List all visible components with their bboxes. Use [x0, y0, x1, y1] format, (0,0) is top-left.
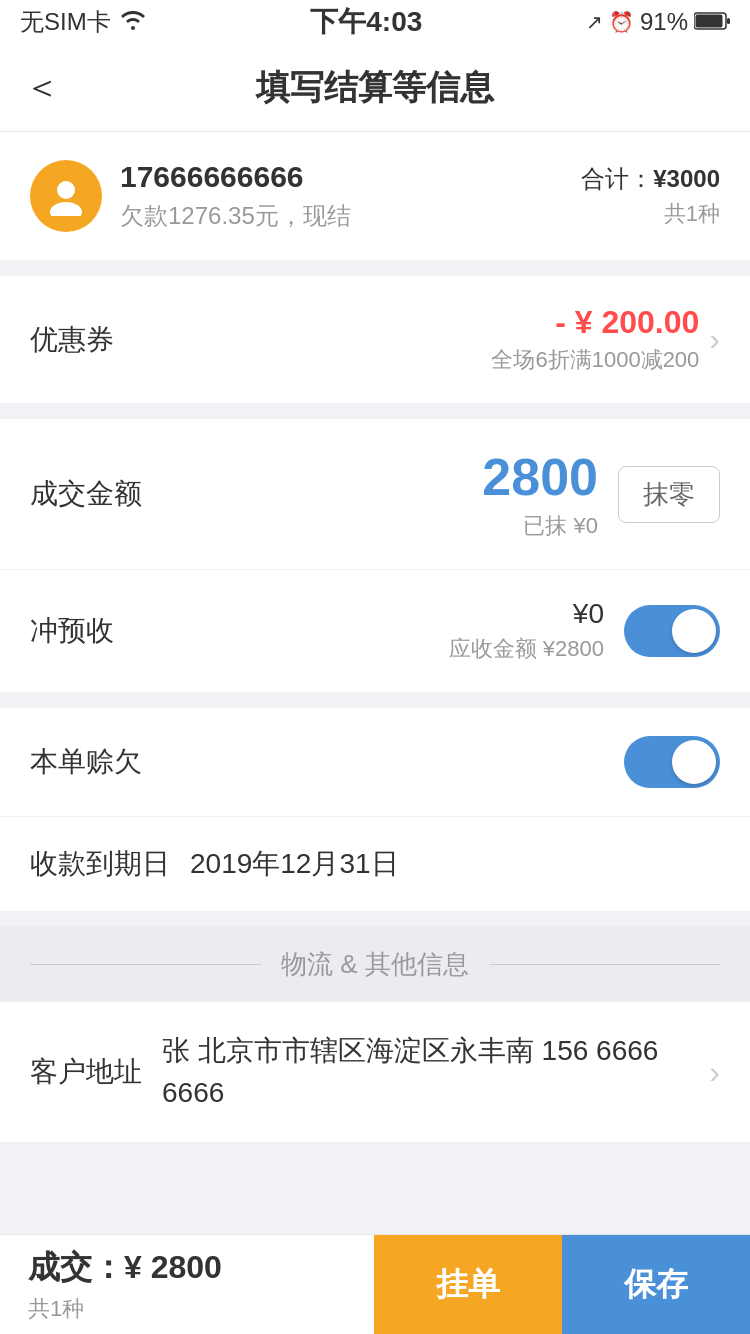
debit-row: 本单赊欠: [0, 708, 750, 816]
debit-label: 本单赊欠: [30, 743, 142, 781]
save-label: 保存: [624, 1263, 688, 1307]
footer: 成交：¥ 2800 共1种 挂单 保存: [0, 1234, 750, 1334]
address-arrow: ›: [709, 1054, 720, 1091]
svg-rect-1: [727, 18, 730, 24]
customer-phone: 17666666666: [120, 160, 351, 194]
status-left: 无SIM卡: [20, 6, 147, 38]
location-icon: ↗: [586, 10, 603, 34]
address-label: 客户地址: [30, 1053, 142, 1091]
status-bar: 无SIM卡 下午4:03 ↗ ⏰ 91%: [0, 0, 750, 44]
sim-label: 无SIM卡: [20, 6, 111, 38]
footer-info: 成交：¥ 2800 共1种: [0, 1235, 374, 1334]
customer-debt: 欠款1276.35元，现结: [120, 200, 351, 232]
prepay-amount: ¥0: [449, 598, 604, 630]
alarm-icon: ⏰: [609, 10, 634, 34]
save-button[interactable]: 保存: [562, 1235, 750, 1334]
coupon-arrow: ›: [709, 321, 720, 358]
prepay-row: 冲预收 ¥0 应收金额 ¥2800: [0, 569, 750, 692]
coupon-row[interactable]: 优惠券 - ¥ 200.00 全场6折满1000减200 ›: [0, 276, 750, 403]
address-row[interactable]: 客户地址 张 北京市市辖区海淀区永丰南 156 6666 6666 ›: [0, 1002, 750, 1142]
debit-toggle[interactable]: [624, 736, 720, 788]
status-right: ↗ ⏰ 91%: [586, 8, 730, 36]
coupon-desc: 全场6折满1000减200: [491, 345, 699, 375]
customer-left: 17666666666 欠款1276.35元，现结: [30, 160, 351, 232]
duedate-value: 2019年12月31日: [190, 845, 399, 883]
duedate-label: 收款到期日: [30, 845, 170, 883]
nav-title: 填写结算等信息: [256, 65, 494, 111]
amount-right: 2800 已抹 ¥0 抹零: [482, 447, 720, 541]
duedate-row: 收款到期日 2019年12月31日: [0, 816, 750, 911]
customer-right: 合计：¥3000 共1种: [581, 163, 720, 229]
customer-card: 17666666666 欠款1276.35元，现结 合计：¥3000 共1种: [0, 132, 750, 260]
svg-point-3: [57, 181, 75, 199]
prepay-toggle[interactable]: [624, 605, 720, 657]
divider-section: 物流 & 其他信息: [0, 927, 750, 1002]
debit-section: 本单赊欠 收款到期日 2019年12月31日: [0, 708, 750, 911]
address-value: 张 北京市市辖区海淀区永丰南 156 6666 6666: [162, 1030, 699, 1114]
coupon-label: 优惠券: [30, 321, 114, 359]
battery-percent: 91%: [640, 8, 688, 36]
total-count: 共1种: [581, 199, 720, 229]
prepay-value-wrap: ¥0 应收金额 ¥2800: [449, 598, 604, 664]
amount-sub: 已抹 ¥0: [482, 511, 598, 541]
total-label-text: 合计：: [581, 165, 653, 192]
avatar: [30, 160, 102, 232]
prepay-label: 冲预收: [30, 612, 114, 650]
battery-icon: [694, 8, 730, 36]
svg-point-4: [50, 202, 82, 216]
svg-rect-2: [695, 15, 722, 28]
transaction-section: 成交金额 2800 已抹 ¥0 抹零 冲预收 ¥0 应收金额 ¥2800: [0, 419, 750, 692]
wifi-icon: [119, 8, 147, 36]
prepay-sub: 应收金额 ¥2800: [449, 634, 604, 664]
amount-value: 2800: [482, 447, 598, 507]
content: 17666666666 欠款1276.35元，现结 合计：¥3000 共1种 优…: [0, 132, 750, 1334]
hang-button[interactable]: 挂单: [374, 1235, 562, 1334]
divider-line-right: [489, 964, 720, 965]
footer-trans-label: 成交：: [28, 1249, 124, 1285]
status-time: 下午4:03: [310, 3, 422, 41]
total-amount: ¥3000: [653, 165, 720, 192]
total-label: 合计：¥3000: [581, 163, 720, 195]
amount-row: 成交金额 2800 已抹 ¥0 抹零: [0, 419, 750, 569]
hang-label: 挂单: [436, 1263, 500, 1307]
prepay-right: ¥0 应收金额 ¥2800: [449, 598, 720, 664]
back-button[interactable]: ＜: [24, 63, 60, 112]
amount-label: 成交金额: [30, 475, 142, 513]
footer-amount: 成交：¥ 2800: [28, 1246, 346, 1290]
nav-bar: ＜ 填写结算等信息: [0, 44, 750, 132]
customer-info: 17666666666 欠款1276.35元，现结: [120, 160, 351, 232]
coupon-amount: - ¥ 200.00: [491, 304, 699, 341]
divider-line-left: [30, 964, 261, 965]
footer-trans-amount: ¥ 2800: [124, 1249, 222, 1285]
round-button[interactable]: 抹零: [618, 466, 720, 523]
footer-count: 共1种: [28, 1294, 346, 1324]
divider-text: 物流 & 其他信息: [281, 947, 469, 982]
